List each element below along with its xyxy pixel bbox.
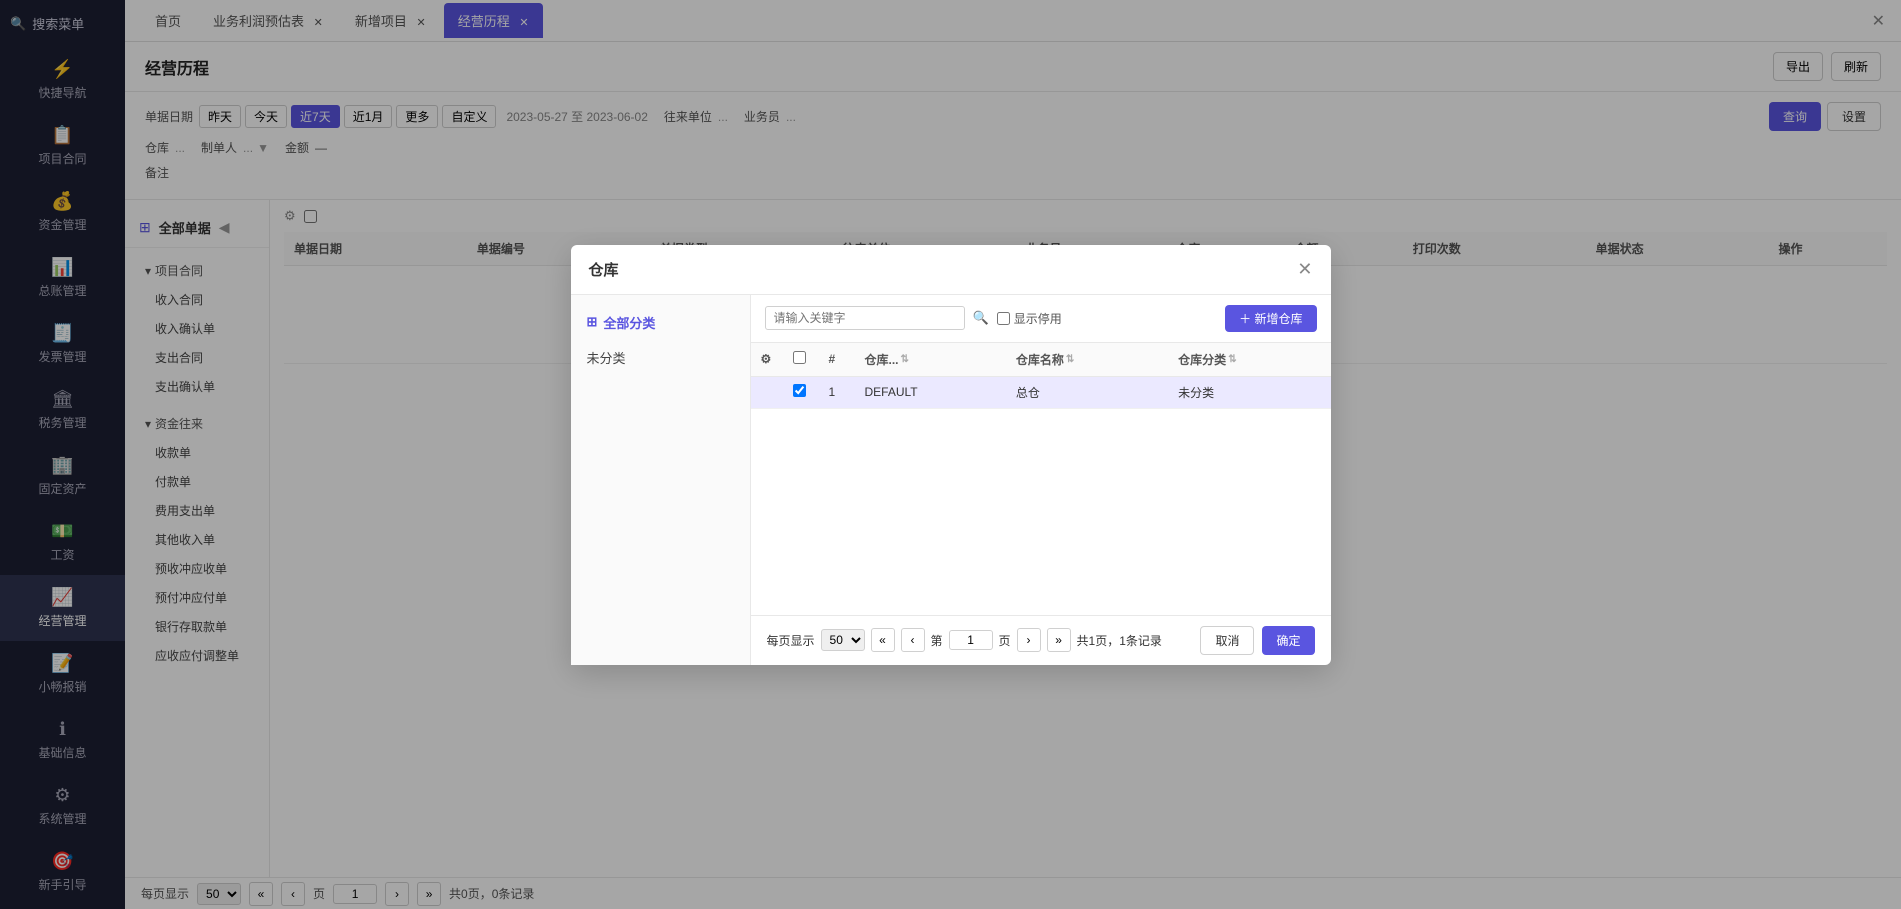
- settings-icon2[interactable]: ⚙: [761, 352, 772, 366]
- modal-page-suffix: 页: [999, 632, 1011, 649]
- col-sort-name[interactable]: 仓库名称: [1016, 351, 1158, 368]
- th-code[interactable]: 仓库...: [855, 343, 1006, 377]
- th-settings: ⚙: [751, 343, 783, 377]
- modal-toolbar: 🔍 显示停用 ＋ 新增仓库: [751, 295, 1331, 343]
- modal-sidebar: ⊞ 全部分类 未分类: [571, 295, 751, 665]
- th-checkbox: [783, 343, 819, 377]
- modal-table: ⚙ # 仓库... 仓库名称: [751, 343, 1331, 615]
- add-warehouse-btn[interactable]: ＋ 新增仓库: [1225, 305, 1316, 332]
- show-disabled-label: 显示停用: [997, 310, 1062, 327]
- modal-next-btn[interactable]: ›: [1017, 628, 1041, 652]
- th-num: #: [819, 343, 855, 377]
- modal-body: ⊞ 全部分类 未分类 🔍 显示停用 ＋ 新增仓库: [571, 295, 1331, 665]
- modal-per-page-label: 每页显示: [767, 632, 815, 649]
- modal-pagination: 每页显示 50 « ‹ 第 页 › » 共1页，1条记录: [767, 628, 1162, 652]
- row-settings-cell: [751, 376, 783, 408]
- row-category: 未分类: [1168, 376, 1330, 408]
- row-num: 1: [819, 376, 855, 408]
- modal-page-label: 第: [931, 632, 943, 649]
- modal-last-btn[interactable]: »: [1047, 628, 1071, 652]
- modal-search-input[interactable]: [765, 306, 965, 330]
- col-sort-code[interactable]: 仓库...: [865, 351, 996, 368]
- modal-footer: 每页显示 50 « ‹ 第 页 › » 共1页，1条记录 取消 确定: [751, 615, 1331, 665]
- modal-table-row[interactable]: 1 DEFAULT 总仓 未分类: [751, 376, 1331, 408]
- modal-main: 🔍 显示停用 ＋ 新增仓库 ⚙: [751, 295, 1331, 665]
- modal-first-btn[interactable]: «: [871, 628, 895, 652]
- modal-actions: 取消 确定: [1200, 626, 1314, 655]
- row-code: DEFAULT: [855, 376, 1006, 408]
- show-disabled-checkbox[interactable]: [997, 312, 1010, 325]
- th-category[interactable]: 仓库分类: [1168, 343, 1330, 377]
- select-all-modal[interactable]: [793, 351, 806, 364]
- modal-per-page-select[interactable]: 50: [821, 629, 865, 651]
- modal-cancel-btn[interactable]: 取消: [1200, 626, 1254, 655]
- modal-search-icon[interactable]: 🔍: [973, 310, 989, 326]
- row-checkbox[interactable]: [793, 384, 806, 397]
- modal-prev-btn[interactable]: ‹: [901, 628, 925, 652]
- modal-title: 仓库: [589, 259, 619, 280]
- row-name: 总仓: [1006, 376, 1168, 408]
- modal-sidebar-unclassified[interactable]: 未分类: [571, 340, 750, 375]
- col-sort-category[interactable]: 仓库分类: [1178, 351, 1320, 368]
- row-checkbox-cell: [783, 376, 819, 408]
- th-name[interactable]: 仓库名称: [1006, 343, 1168, 377]
- modal-confirm-btn[interactable]: 确定: [1262, 626, 1314, 655]
- modal-page-input[interactable]: [949, 630, 993, 650]
- grid-icon2: ⊞: [587, 314, 598, 330]
- warehouse-modal: 仓库 ✕ ⊞ 全部分类 未分类 🔍 显示停用 ＋ 新增仓库: [571, 245, 1331, 665]
- modal-header: 仓库 ✕: [571, 245, 1331, 295]
- modal-close-btn[interactable]: ✕: [1297, 259, 1312, 280]
- modal-total: 共1页，1条记录: [1077, 632, 1162, 649]
- modal-sidebar-all[interactable]: ⊞ 全部分类: [571, 305, 750, 340]
